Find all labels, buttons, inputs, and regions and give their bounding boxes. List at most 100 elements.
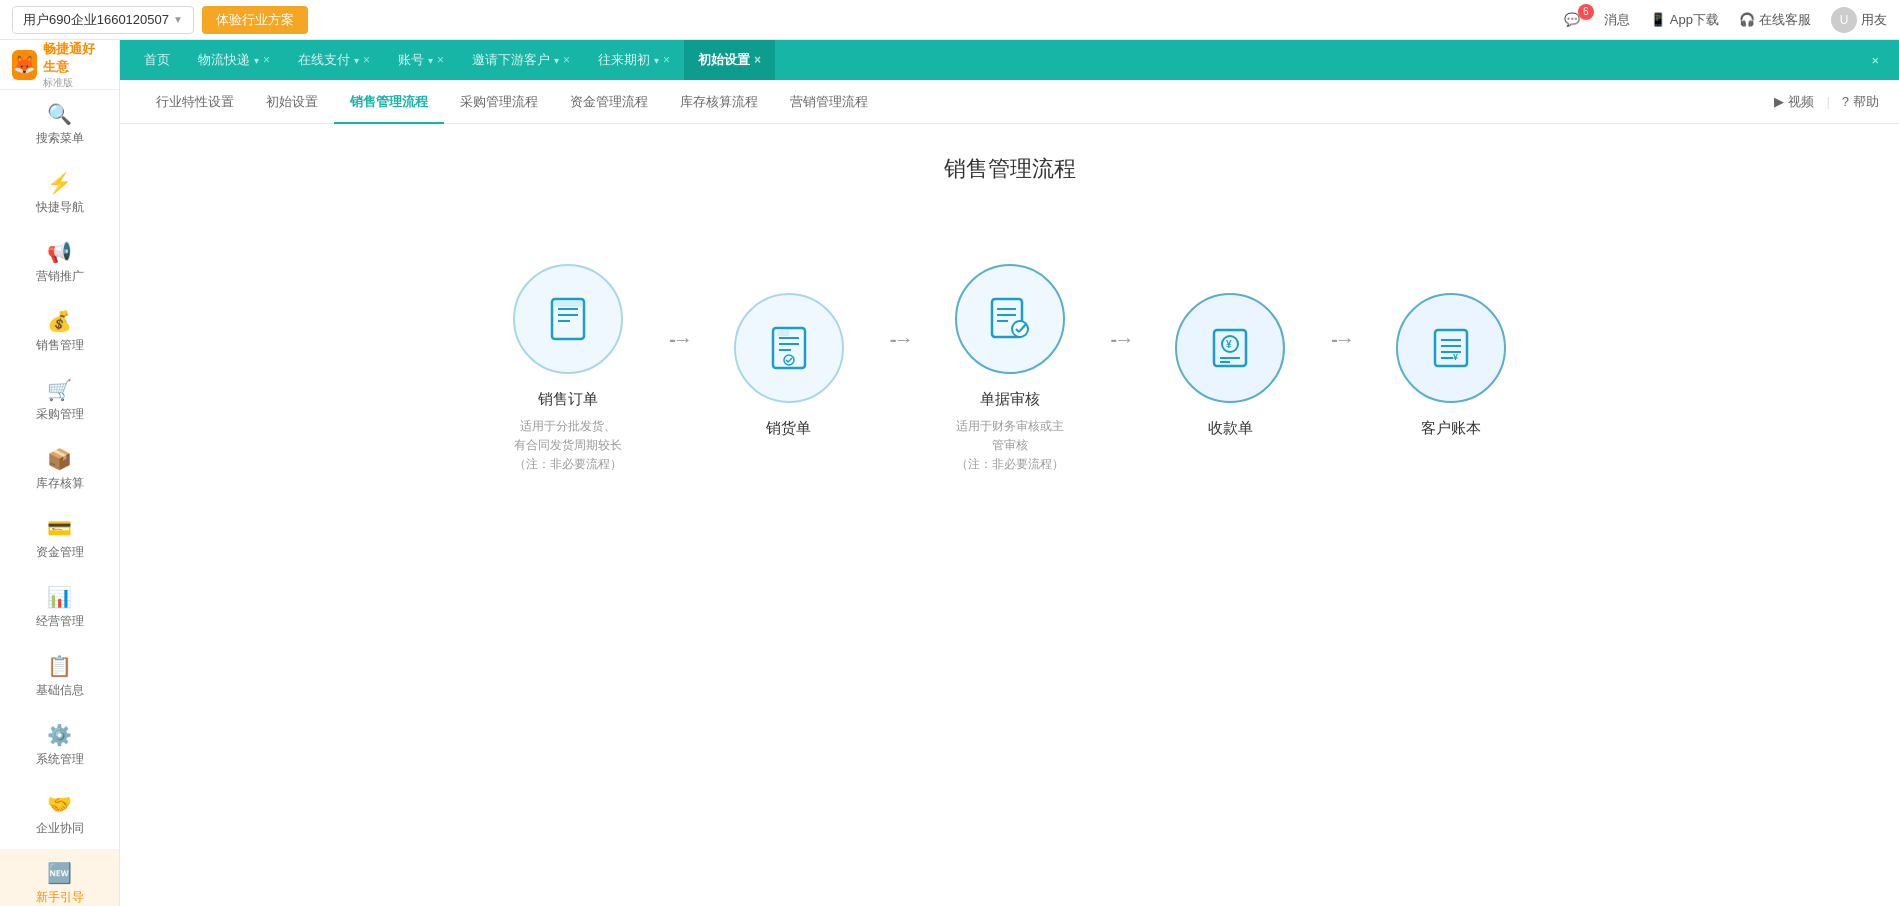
subtab-initsetup-label: 初始设置	[266, 93, 318, 111]
sidebar-item-enterprise-collab[interactable]: 🤝 企业协同	[0, 780, 119, 849]
subtab-industry-feature[interactable]: 行业特性设置	[140, 80, 250, 124]
megaphone-icon: 📢	[47, 240, 72, 264]
sidebar-collab-label: 企业协同	[36, 820, 84, 837]
subtab-purchase-flow[interactable]: 采购管理流程	[444, 80, 554, 124]
sidebar-item-fund[interactable]: 💳 资金管理	[0, 504, 119, 573]
tab-logistics[interactable]: 物流快递 ▾ ×	[184, 40, 284, 80]
chart-icon: 📊	[47, 585, 72, 609]
subtab-inventory-flow[interactable]: 库存核算流程	[664, 80, 774, 124]
sidebar-item-sales[interactable]: 💰 销售管理	[0, 297, 119, 366]
sidebar-item-operations[interactable]: 📊 经营管理	[0, 573, 119, 642]
sidebar-operations-label: 经营管理	[36, 613, 84, 630]
tab-account-close[interactable]: ×	[437, 53, 444, 67]
sidebar-item-system[interactable]: ⚙️ 系统管理	[0, 711, 119, 780]
new-icon: 🆕	[47, 861, 72, 885]
tab-initial-setup[interactable]: 初始设置 ×	[684, 40, 775, 80]
tab-pastinit-close[interactable]: ×	[663, 53, 670, 67]
svg-point-14	[1012, 321, 1028, 337]
sidebar-item-purchase[interactable]: 🛒 采购管理	[0, 366, 119, 435]
sub-tabs: 行业特性设置 初始设置 销售管理流程 采购管理流程 资金管理流程 库存核算流程 …	[120, 80, 1899, 124]
sidebar-search-label: 搜索菜单	[36, 130, 84, 147]
subtab-initial-setup[interactable]: 初始设置	[250, 80, 334, 124]
flow-item-sales-invoice[interactable]: 销货单	[699, 293, 879, 446]
flow-desc-doc-review: 适用于财务审核或主管审核（注：非必要流程）	[956, 417, 1064, 475]
flow-label-customer-account: 客户账本	[1421, 419, 1481, 438]
video-icon: ▶	[1774, 94, 1784, 109]
video-label: 视频	[1788, 93, 1814, 111]
page-title: 销售管理流程	[160, 154, 1859, 184]
online-service-label: 在线客服	[1759, 11, 1811, 29]
tab-account-label: 账号	[398, 51, 424, 69]
top-bar-left: 用户690企业1660120507 ▼ 体验行业方案	[12, 6, 308, 34]
logo-sub-text: 标准版	[43, 76, 107, 90]
handshake-icon: 🤝	[47, 792, 72, 816]
sidebar-item-search[interactable]: 🔍 搜索菜单	[0, 90, 119, 159]
download-icon: 📱	[1650, 12, 1666, 27]
tab-onlinepay-close[interactable]: ×	[363, 53, 370, 67]
subtab-purchaseflow-label: 采购管理流程	[460, 93, 538, 111]
message-badge: 6	[1578, 4, 1594, 20]
flow-arrow-1: ···→	[658, 328, 699, 351]
tab-past-initial[interactable]: 往来期初 ▾ ×	[584, 40, 684, 80]
video-help-button[interactable]: ▶ 视频	[1774, 93, 1814, 111]
user-selector[interactable]: 用户690企业1660120507 ▼	[12, 6, 194, 34]
lightning-icon: ⚡	[47, 171, 72, 195]
message-icon-group[interactable]: 💬 6 消息	[1564, 11, 1630, 29]
sidebar-system-label: 系统管理	[36, 751, 84, 768]
tab-online-pay[interactable]: 在线支付 ▾ ×	[284, 40, 384, 80]
tab-logistics-label: 物流快递	[198, 51, 250, 69]
clipboard-icon: 📋	[47, 654, 72, 678]
app-download-group[interactable]: 📱 App下载	[1650, 11, 1719, 29]
tab-home[interactable]: 首页	[130, 40, 184, 80]
trial-button[interactable]: 体验行业方案	[202, 6, 308, 34]
tab-initialsetup-close[interactable]: ×	[754, 53, 761, 67]
flow-label-receipt: 收款单	[1208, 419, 1253, 438]
online-service-group[interactable]: 🎧 在线客服	[1739, 11, 1811, 29]
sidebar-item-new-guide[interactable]: 🆕 新手引导	[0, 849, 119, 906]
subtab-fund-flow[interactable]: 资金管理流程	[554, 80, 664, 124]
flow-item-sales-order[interactable]: 销售订单 适用于分批发货、有合同发货周期较长（注：非必要流程）	[478, 264, 658, 475]
tab-initialsetup-label: 初始设置	[698, 51, 750, 69]
tab-invite-arrow: ▾	[554, 55, 559, 66]
tab-pastinit-arrow: ▾	[654, 55, 659, 66]
flow-item-customer-account[interactable]: ¥ 客户账本	[1361, 293, 1541, 446]
tab-home-label: 首页	[144, 51, 170, 69]
flow-circle-sales-order	[513, 264, 623, 374]
user-name: 用友	[1861, 11, 1887, 29]
help-button[interactable]: ? 帮助	[1842, 93, 1879, 111]
tab-onlinepay-arrow: ▾	[354, 55, 359, 66]
tab-account[interactable]: 账号 ▾ ×	[384, 40, 458, 80]
card-icon: 💳	[47, 516, 72, 540]
flow-item-doc-review[interactable]: 单据审核 适用于财务审核或主管审核（注：非必要流程）	[920, 264, 1100, 475]
user-profile-group[interactable]: U 用友	[1831, 7, 1887, 33]
top-bar: 用户690企业1660120507 ▼ 体验行业方案 💬 6 消息 📱 App下…	[0, 0, 1899, 40]
sidebar-basicinfo-label: 基础信息	[36, 682, 84, 699]
flow-arrow-4: ···→	[1320, 328, 1361, 351]
sidebar-item-marketing[interactable]: 📢 营销推广	[0, 228, 119, 297]
chevron-down-icon: ▼	[173, 14, 183, 25]
sidebar-logo: 🦊 畅捷通好生意 标准版	[0, 40, 119, 90]
tab-invite-label: 邀请下游客户	[472, 51, 550, 69]
tab-logistics-close[interactable]: ×	[263, 53, 270, 67]
sub-tabs-right: ▶ 视频 | ? 帮助	[1774, 93, 1879, 111]
tab-invite-downstream[interactable]: 邀请下游客户 ▾ ×	[458, 40, 584, 80]
flow-item-receipt[interactable]: ¥ 收款单	[1140, 293, 1320, 446]
flow-desc-sales-order: 适用于分批发货、有合同发货周期较长（注：非必要流程）	[514, 417, 622, 475]
gear-icon: ⚙️	[47, 723, 72, 747]
flow-circle-receipt: ¥	[1175, 293, 1285, 403]
close-all-tabs[interactable]: ×	[1861, 53, 1889, 68]
subtab-marketing-flow[interactable]: 营销管理流程	[774, 80, 884, 124]
page-content: 销售管理流程 销售订单 适用于分批发货、有合同	[120, 124, 1899, 906]
logo-icon: 🦊	[12, 50, 37, 80]
help-label: 帮助	[1853, 93, 1879, 111]
subtab-sales-flow[interactable]: 销售管理流程	[334, 80, 444, 124]
tab-invite-close[interactable]: ×	[563, 53, 570, 67]
box-icon: 📦	[47, 447, 72, 471]
divider: |	[1826, 94, 1829, 109]
subtab-salesflow-label: 销售管理流程	[350, 93, 428, 111]
sidebar-item-quick-nav[interactable]: ⚡ 快捷导航	[0, 159, 119, 228]
money-icon: 💰	[47, 309, 72, 333]
subtab-industry-label: 行业特性设置	[156, 93, 234, 111]
sidebar-item-inventory[interactable]: 📦 库存核算	[0, 435, 119, 504]
sidebar-item-basic-info[interactable]: 📋 基础信息	[0, 642, 119, 711]
